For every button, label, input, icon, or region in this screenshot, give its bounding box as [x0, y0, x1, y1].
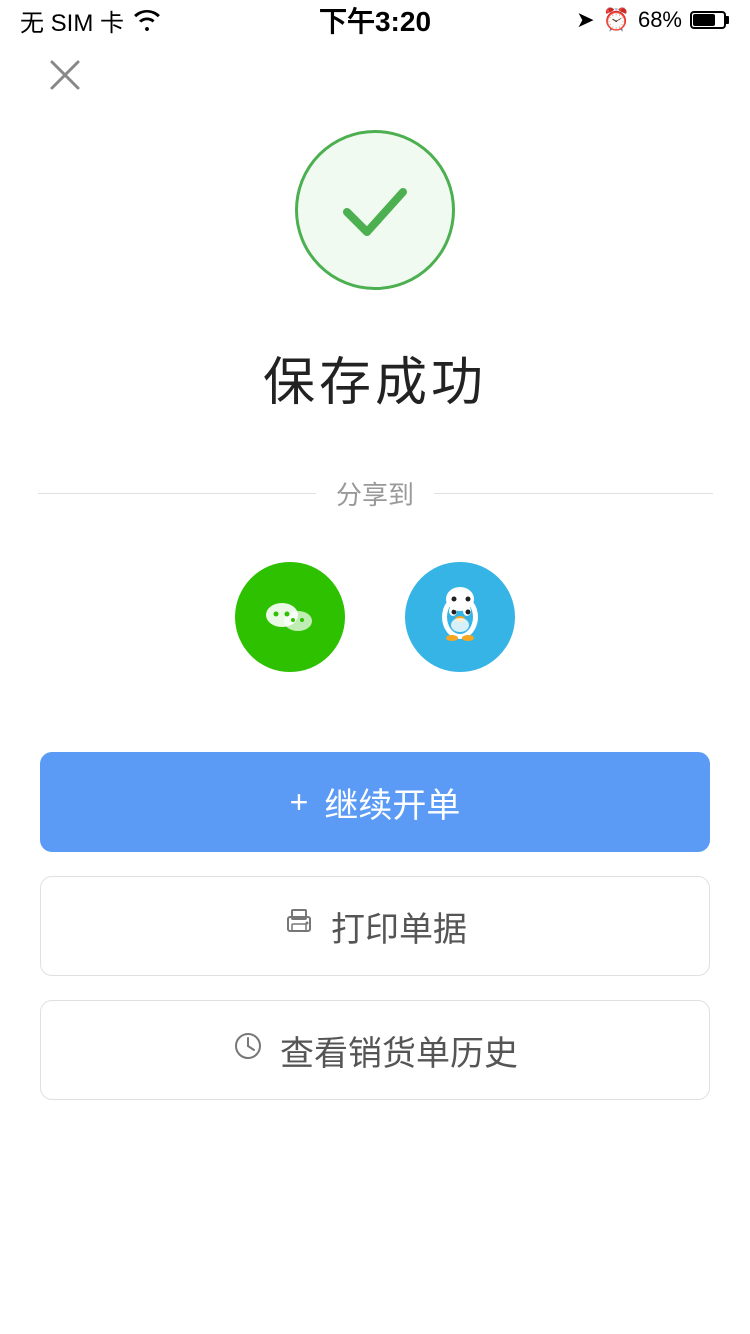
status-time: 下午3:20	[319, 0, 431, 40]
checkmark-icon	[335, 170, 415, 250]
battery-text: 68%	[638, 7, 682, 33]
no-sim-text: 无 SIM 卡	[20, 3, 124, 38]
continue-label: 继续开单	[324, 778, 460, 827]
printer-icon	[283, 906, 315, 946]
share-icons	[235, 562, 515, 672]
main-content: 保存成功 分享到	[0, 40, 750, 1100]
clock-icon	[232, 1030, 264, 1070]
close-button[interactable]	[40, 50, 90, 100]
continue-button[interactable]: + 继续开单	[40, 752, 710, 852]
share-label: 分享到	[336, 475, 414, 512]
divider-right	[434, 493, 713, 494]
wechat-icon	[260, 587, 320, 647]
status-left: 无 SIM 卡	[20, 3, 162, 38]
wechat-share-button[interactable]	[235, 562, 345, 672]
location-icon: ➤	[576, 7, 594, 33]
alarm-icon: ⏰	[603, 7, 630, 33]
status-right: ➤ ⏰ 68%	[576, 7, 730, 33]
battery-icon	[690, 9, 730, 31]
wifi-icon	[132, 9, 162, 31]
share-section: 分享到	[0, 475, 750, 672]
history-button[interactable]: 查看销货单历史	[40, 1000, 710, 1100]
status-bar: 无 SIM 卡 下午3:20 ➤ ⏰ 68%	[0, 0, 750, 40]
success-icon-container	[295, 130, 455, 290]
plus-icon: +	[290, 784, 309, 821]
qq-icon	[430, 585, 490, 650]
success-title: 保存成功	[263, 340, 487, 415]
print-button[interactable]: 打印单据	[40, 876, 710, 976]
qq-share-button[interactable]	[405, 562, 515, 672]
history-label: 查看销货单历史	[280, 1026, 518, 1075]
divider-row: 分享到	[38, 475, 713, 512]
close-icon	[48, 58, 82, 92]
action-buttons: + 继续开单 打印单据	[0, 752, 750, 1100]
divider-left	[38, 493, 317, 494]
print-label: 打印单据	[331, 902, 467, 951]
